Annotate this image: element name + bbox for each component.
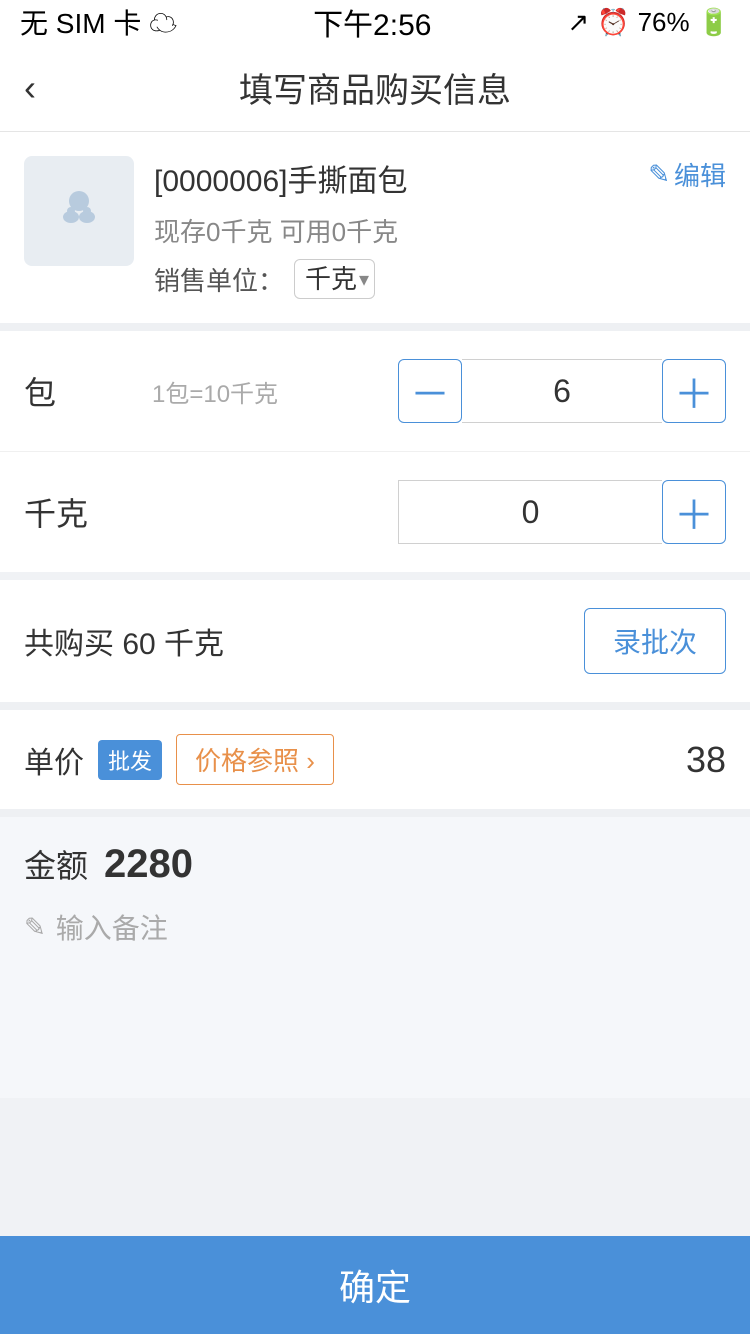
summary-row: 共购买 60 千克 录批次	[0, 580, 750, 710]
status-time: 下午2:56	[313, 0, 431, 44]
product-unit-row: 销售单位： 千克	[154, 259, 726, 299]
package-qty-input[interactable]	[462, 359, 662, 423]
status-bar: 无 SIM 卡 ☁ 下午2:56 ↗ ⏰ 76% 🔋	[0, 0, 750, 44]
product-placeholder-icon	[49, 181, 109, 241]
amount-section: 金额 2280 ✎ 输入备注	[0, 817, 750, 1098]
remark-row[interactable]: ✎ 输入备注	[24, 907, 726, 947]
battery-level: 76%	[638, 7, 690, 38]
product-name: [0000006]手撕面包	[154, 156, 407, 200]
status-right: ↗ ⏰ 76% 🔋	[567, 7, 730, 38]
edit-icon: ✎	[648, 159, 670, 190]
weight-qty-control: ＋	[398, 480, 726, 544]
amount-label: 金额	[24, 841, 88, 887]
package-sublabel: 1包=10千克	[152, 374, 398, 409]
nav-bar: ‹ 填写商品购买信息	[0, 44, 750, 132]
amount-row: 金额 2280	[24, 841, 726, 887]
alarm-icon: ⏰	[597, 7, 629, 38]
package-decrement-button[interactable]: －	[398, 359, 462, 423]
batch-button[interactable]: 录批次	[584, 608, 726, 674]
sim-status: 无 SIM 卡 ☁	[20, 2, 177, 42]
package-increment-button[interactable]: ＋	[662, 359, 726, 423]
amount-value: 2280	[104, 842, 193, 887]
status-left: 无 SIM 卡 ☁	[20, 2, 177, 42]
unit-select[interactable]: 千克	[294, 259, 375, 299]
package-qty-control: － ＋	[398, 359, 726, 423]
spacer	[0, 1098, 750, 1237]
unit-label: 销售单位：	[154, 261, 284, 298]
product-stock: 现存0千克 可用0千克	[154, 212, 726, 249]
summary-text: 共购买 60 千克	[24, 619, 224, 663]
remark-icon: ✎	[24, 912, 46, 943]
product-card: [0000006]手撕面包 ✎ 编辑 现存0千克 可用0千克 销售单位： 千克	[0, 132, 750, 331]
price-value: 38	[686, 739, 726, 781]
product-info: [0000006]手撕面包 ✎ 编辑 现存0千克 可用0千克 销售单位： 千克	[154, 156, 726, 299]
back-button[interactable]: ‹	[24, 67, 36, 109]
unit-select-wrap[interactable]: 千克	[294, 259, 375, 299]
battery-icon: 🔋	[698, 7, 730, 38]
price-label: 单价	[24, 738, 84, 782]
package-label: 包	[24, 368, 144, 414]
price-row: 单价 批发 价格参照 › 38	[24, 734, 726, 785]
location-icon: ↗	[567, 7, 589, 38]
edit-button[interactable]: ✎ 编辑	[648, 156, 726, 193]
remark-text[interactable]: 输入备注	[56, 907, 168, 947]
price-ref-button[interactable]: 价格参照 ›	[176, 734, 334, 785]
package-section: 包 1包=10千克 － ＋ 千克 ＋	[0, 331, 750, 572]
confirm-button[interactable]: 确定	[0, 1236, 750, 1334]
price-section: 单价 批发 价格参照 › 38	[0, 710, 750, 817]
package-qty-row: 包 1包=10千克 － ＋	[0, 331, 750, 452]
weight-qty-input[interactable]	[398, 480, 662, 544]
price-left: 单价 批发 价格参照 ›	[24, 734, 334, 785]
weight-label: 千克	[24, 489, 398, 535]
product-image	[24, 156, 134, 266]
price-tag: 批发	[98, 740, 162, 780]
weight-increment-button[interactable]: ＋	[662, 480, 726, 544]
weight-qty-row: 千克 ＋	[0, 452, 750, 572]
page-title: 填写商品购买信息	[239, 63, 511, 112]
